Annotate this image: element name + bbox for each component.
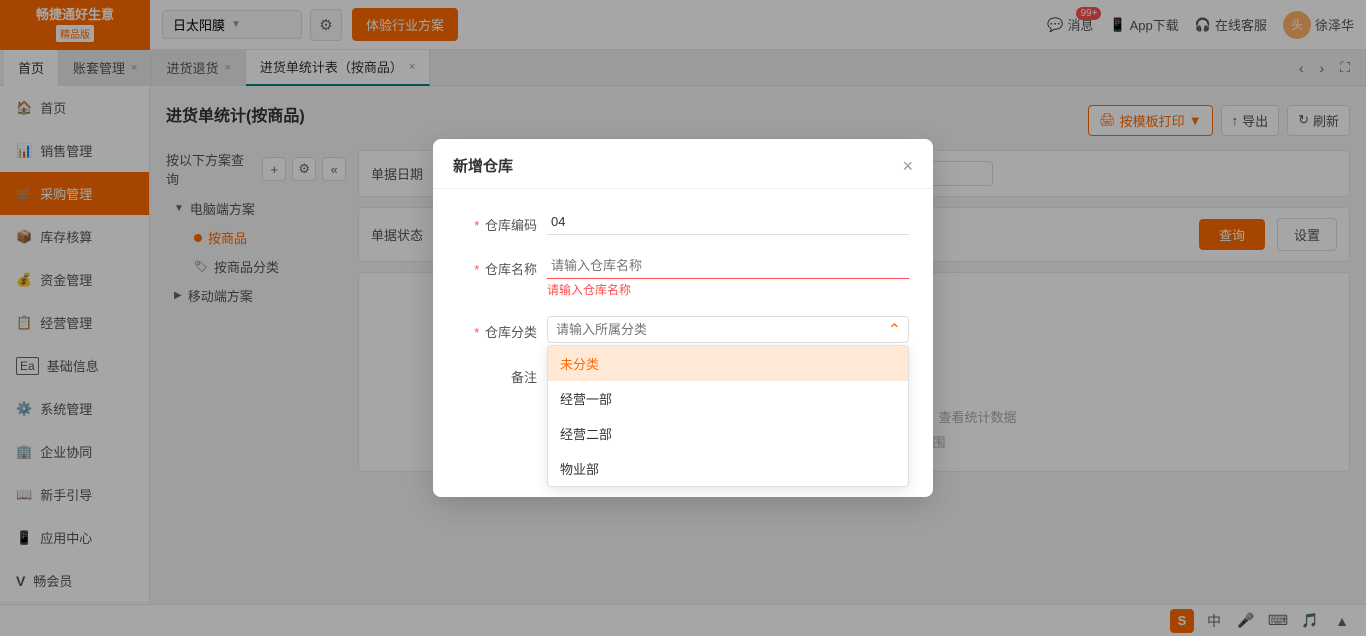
name-input[interactable] [547, 253, 909, 279]
note-label: 备注 [457, 361, 537, 386]
name-required-mark: * [474, 262, 479, 277]
form-row-code: * 仓库编码 [457, 209, 909, 235]
name-error-msg: 请输入仓库名称 [547, 281, 909, 298]
form-row-category: * 仓库分类 ⌃ 未分类 经营一部 经营二部 物业部 [457, 316, 909, 343]
category-dropdown: 未分类 经营一部 经营二部 物业部 [547, 345, 909, 487]
dropdown-item-2[interactable]: 经营二部 [548, 416, 908, 451]
dropdown-item-0[interactable]: 未分类 [548, 346, 908, 381]
dialog-close-btn[interactable]: × [902, 157, 913, 175]
code-label: * 仓库编码 [457, 209, 537, 234]
code-required-mark: * [474, 218, 479, 233]
category-required-mark: * [474, 325, 479, 340]
new-warehouse-dialog: 新增仓库 × * 仓库编码 * 仓库名称 [433, 139, 933, 497]
category-input[interactable] [547, 316, 909, 343]
name-label: * 仓库名称 [457, 253, 537, 278]
category-label: * 仓库分类 [457, 316, 537, 341]
category-field: ⌃ 未分类 经营一部 经营二部 物业部 [547, 316, 909, 343]
name-field: 请输入仓库名称 [547, 253, 909, 298]
category-toggle-icon[interactable]: ⌃ [888, 320, 901, 340]
code-input[interactable] [547, 209, 909, 235]
dialog-title: 新增仓库 [453, 155, 513, 176]
form-row-name: * 仓库名称 请输入仓库名称 [457, 253, 909, 298]
dropdown-item-1[interactable]: 经营一部 [548, 381, 908, 416]
code-field [547, 209, 909, 235]
dialog-header: 新增仓库 × [433, 139, 933, 189]
dropdown-item-3[interactable]: 物业部 [548, 451, 908, 486]
dialog-overlay: 新增仓库 × * 仓库编码 * 仓库名称 [0, 0, 1366, 636]
dialog-body: * 仓库编码 * 仓库名称 请输入仓库名称 [433, 189, 933, 414]
